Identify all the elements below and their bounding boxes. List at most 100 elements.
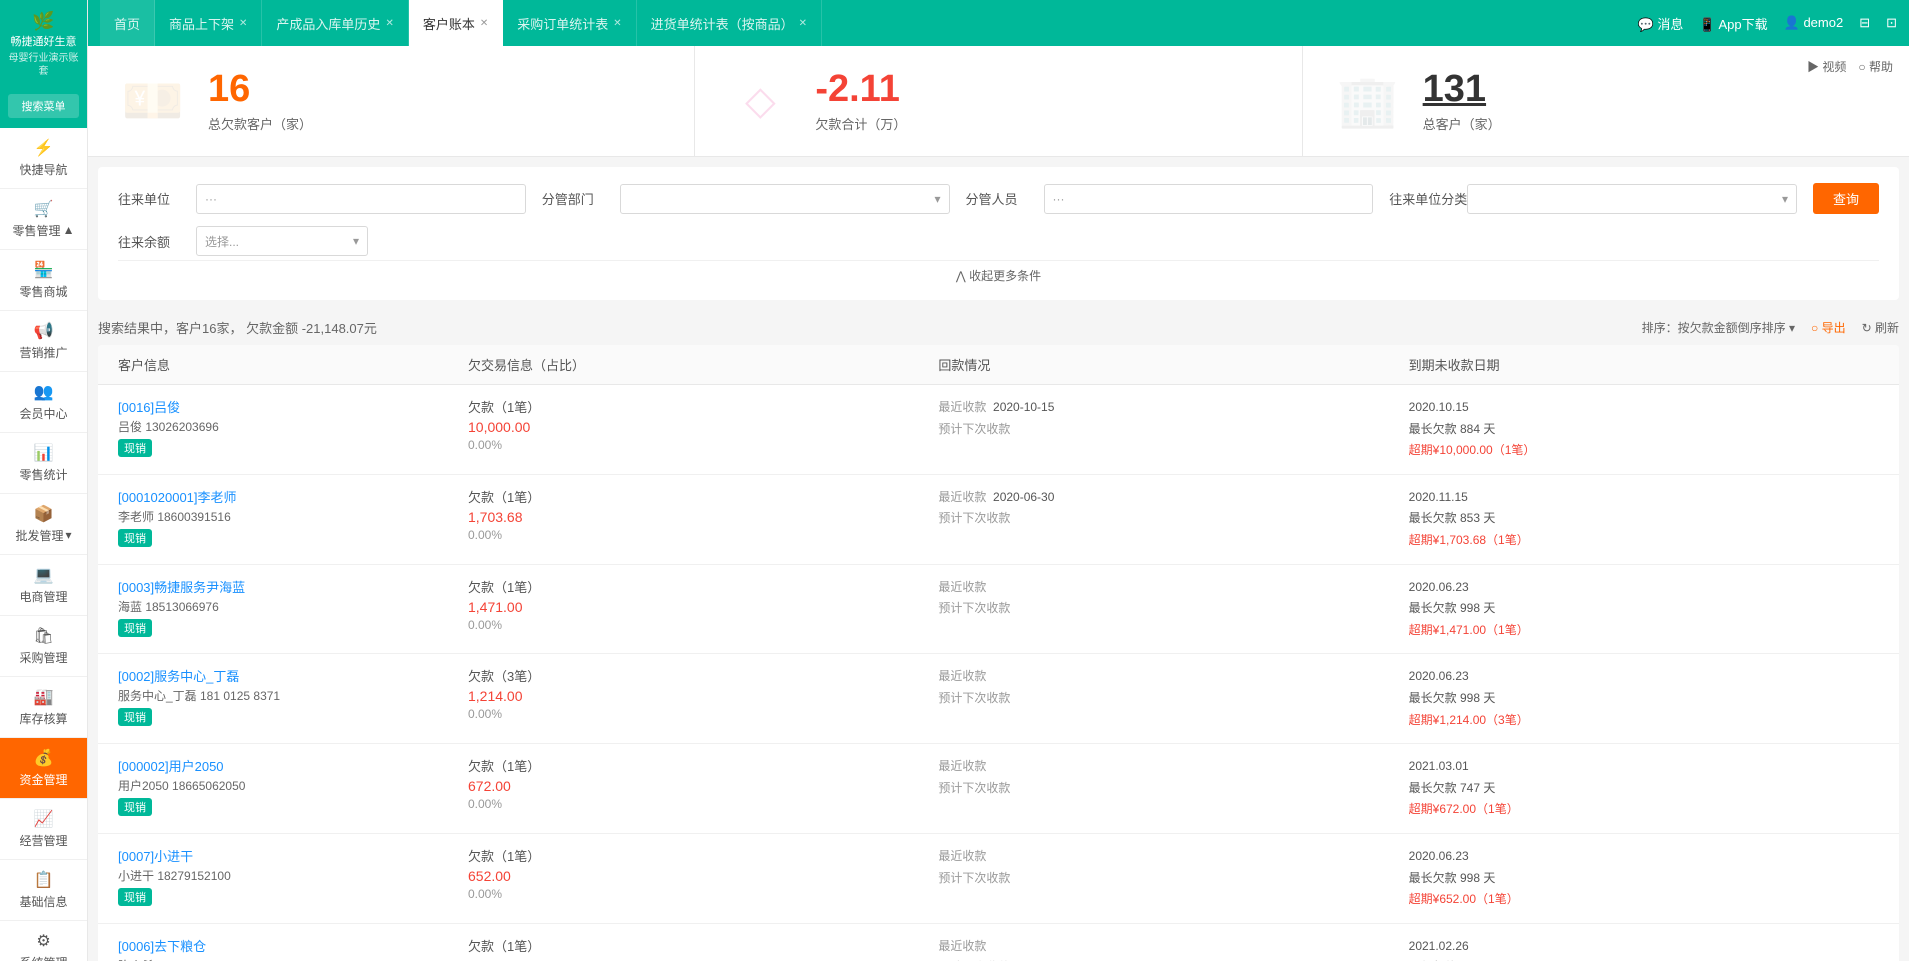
customer-link-1[interactable]: [0016]吕俊 (118, 400, 180, 415)
close-icon[interactable]: ✕ (613, 18, 621, 29)
sidebar-item-retail-stats[interactable]: 📊 零售统计 (0, 433, 87, 494)
due-days-3: 最长欠款 998 天 (1409, 598, 1879, 620)
due-days-1: 最长欠款 884 天 (1409, 419, 1879, 441)
tab-home[interactable]: 首页 (100, 0, 155, 46)
collapse-filter-btn[interactable]: ⋀ 收起更多条件 (118, 260, 1879, 290)
app-download-btn[interactable]: 📱 App下载 (1699, 14, 1767, 33)
video-btn[interactable]: ▶ 视频 (1807, 58, 1846, 75)
sidebar-item-system[interactable]: ⚙ 系统管理 (0, 921, 87, 961)
debt-amount-6: 652.00 (468, 868, 938, 884)
message-btn[interactable]: 💬 消息 (1638, 14, 1684, 33)
tab-purchase-order[interactable]: 采购订单统计表 ✕ (503, 0, 636, 46)
overdue-5[interactable]: 超期¥672.00（1笔） (1409, 799, 1879, 821)
customer-tag-3: 现销 (118, 619, 152, 637)
main-area: 首页 商品上下架 ✕ 产成品入库单历史 ✕ 客户账本 ✕ 采购订单统计表 ✕ 进… (88, 0, 1909, 961)
customer-link-3[interactable]: [0003]畅捷服务尹海蓝 (118, 580, 245, 595)
sort-button[interactable]: 排序：按欠款金额倒序排序 ▾ (1642, 319, 1795, 336)
customer-phone-2: 李老师 18600391516 (118, 508, 468, 525)
tab-product-history[interactable]: 产成品入库单历史 ✕ (262, 0, 408, 46)
close-icon[interactable]: ✕ (385, 18, 393, 29)
batch-mgmt-icon: 📦 (5, 504, 82, 524)
data-table: 客户信息 欠交易信息（占比） 回款情况 到期未收款日期 [0016]吕俊 吕俊 … (98, 345, 1899, 961)
overdue-3[interactable]: 超期¥1,471.00（1笔） (1409, 620, 1879, 642)
customer-phone-6: 小进干 18279152100 (118, 867, 468, 884)
sidebar-item-ops[interactable]: 📈 经营管理 (0, 799, 87, 860)
sidebar-logo: 🌿 畅捷通好生意 母婴行业演示账套 (0, 0, 87, 88)
sidebar-item-member[interactable]: 👥 会员中心 (0, 372, 87, 433)
tab-customer-account[interactable]: 客户账本 ✕ (409, 0, 503, 46)
customer-tag-5: 现销 (118, 798, 152, 816)
result-text: 搜索结果中，客户16家 (98, 321, 229, 336)
person-input[interactable]: ··· (1044, 184, 1374, 214)
tab-product-shelf[interactable]: 商品上下架 ✕ (155, 0, 262, 46)
col-header-due: 到期未收款日期 (1409, 355, 1879, 374)
customer-link-2[interactable]: [0001020001]李老师 (118, 490, 237, 505)
sidebar-item-retail-mgmt[interactable]: 🛒 零售管理 ▲ (0, 189, 87, 250)
filter-from-unit: 往来单位 ··· (118, 184, 526, 214)
payback-info-6: 最近收款 预计下次收款 (938, 846, 1408, 889)
close-icon[interactable]: ✕ (480, 18, 488, 29)
overdue-1[interactable]: 超期¥10,000.00（1笔） (1409, 440, 1879, 462)
col-header-customer: 客户信息 (118, 355, 468, 374)
retail-stats-label: 零售统计 (5, 466, 82, 483)
dept-select[interactable]: ▾ (620, 184, 950, 214)
query-button[interactable]: 查询 (1813, 183, 1879, 214)
sidebar-item-marketing[interactable]: 📢 营销推广 (0, 311, 87, 372)
stat-content-2: -2.11 欠款合计（万） (815, 70, 1271, 133)
overdue-2[interactable]: 超期¥1,703.68（1笔） (1409, 530, 1879, 552)
sidebar-item-inventory[interactable]: 🏭 库存核算 (0, 677, 87, 738)
system-icon: ⚙ (5, 931, 82, 951)
window-minimize-btn[interactable]: ⊟ (1859, 15, 1870, 31)
payback-info-7: 最近收款 预计下次收款 (938, 936, 1408, 961)
stats-bar: 💴 16 总欠款客户（家） ◇ -2.11 欠款合计（万） 🏢 131 总客户（… (88, 46, 1909, 157)
inventory-icon: 🏭 (5, 687, 82, 707)
customer-link-7[interactable]: [0006]去下粮仓 (118, 939, 206, 954)
table-row: [0001020001]李老师 李老师 18600391516 现销 欠款（1笔… (98, 475, 1899, 565)
sidebar-item-batch-mgmt[interactable]: 📦 批发管理 ▾ (0, 494, 87, 555)
unit-category-select[interactable]: ▾ (1467, 184, 1797, 214)
debt-info-7: 欠款（1笔） 455.90 0.00% (468, 936, 938, 961)
chevron-down-icon: ▾ (65, 528, 71, 542)
sidebar-item-basic[interactable]: 📋 基础信息 (0, 860, 87, 921)
close-icon[interactable]: ✕ (799, 18, 807, 29)
customer-link-4[interactable]: [0002]服务中心_丁磊 (118, 669, 239, 684)
sidebar-item-retail-mall[interactable]: 🏪 零售商城 (0, 250, 87, 311)
customer-phone-4: 服务中心_丁磊 181 0125 8371 (118, 687, 468, 704)
sidebar-item-quick-nav[interactable]: ⚡ 快捷导航 (0, 128, 87, 189)
filter-unit-category: 往来单位分类 ▾ (1389, 184, 1797, 214)
help-btn[interactable]: ○ 帮助 (1858, 58, 1893, 75)
from-unit-input[interactable]: ··· (196, 184, 526, 214)
overdue-6[interactable]: 超期¥652.00（1笔） (1409, 889, 1879, 911)
search-menu-button[interactable]: 搜索菜单 (8, 94, 79, 118)
sidebar-item-ecom[interactable]: 💻 电商管理 (0, 555, 87, 616)
export-button[interactable]: ○ 导出 (1811, 319, 1846, 336)
filter-person-label: 分管人员 (966, 189, 1036, 208)
payback-info-2: 最近收款 2020-06-30 预计下次收款 (938, 487, 1408, 530)
stat-number-debt-total: -2.11 (815, 70, 1271, 108)
collapse-label: 收起更多条件 (969, 269, 1041, 283)
close-icon[interactable]: ✕ (239, 18, 247, 29)
tab-purchase-stats[interactable]: 进货单统计表（按商品） ✕ (637, 0, 822, 46)
due-date-4: 2020.06.23 (1409, 666, 1879, 688)
filter-person: 分管人员 ··· (966, 184, 1374, 214)
customer-link-6[interactable]: [0007]小进干 (118, 849, 193, 864)
sidebar-item-purchase[interactable]: 🛍 采购管理 (0, 616, 87, 677)
customer-info-3: [0003]畅捷服务尹海蓝 海蓝 18513066976 现销 (118, 577, 468, 637)
due-info-5: 2021.03.01 最长欠款 747 天 超期¥672.00（1笔） (1409, 756, 1879, 821)
overdue-4[interactable]: 超期¥1,214.00（3笔） (1409, 710, 1879, 732)
customer-info-1: [0016]吕俊 吕俊 13026203696 现销 (118, 397, 468, 457)
due-date-1: 2020.10.15 (1409, 397, 1879, 419)
window-maximize-btn[interactable]: ⊡ (1886, 15, 1897, 31)
customer-tag-4: 现销 (118, 708, 152, 726)
refresh-button[interactable]: ↻ 刷新 (1862, 319, 1899, 336)
table-row: [0002]服务中心_丁磊 服务中心_丁磊 181 0125 8371 现销 欠… (98, 654, 1899, 744)
tab-bar: 首页 商品上下架 ✕ 产成品入库单历史 ✕ 客户账本 ✕ 采购订单统计表 ✕ 进… (100, 0, 822, 46)
sidebar-item-capital[interactable]: 💰 资金管理 (0, 738, 87, 799)
col-header-debt: 欠交易信息（占比） (468, 355, 938, 374)
due-info-3: 2020.06.23 最长欠款 998 天 超期¥1,471.00（1笔） (1409, 577, 1879, 642)
balance-select[interactable]: 选择... ▾ (196, 226, 368, 256)
debt-summary: 欠款金额 -21,148.07元 (246, 321, 377, 336)
customer-link-5[interactable]: [000002]用户2050 (118, 759, 224, 774)
top-header: 首页 商品上下架 ✕ 产成品入库单历史 ✕ 客户账本 ✕ 采购订单统计表 ✕ 进… (88, 0, 1909, 46)
user-avatar[interactable]: 👤 demo2 (1784, 15, 1844, 31)
